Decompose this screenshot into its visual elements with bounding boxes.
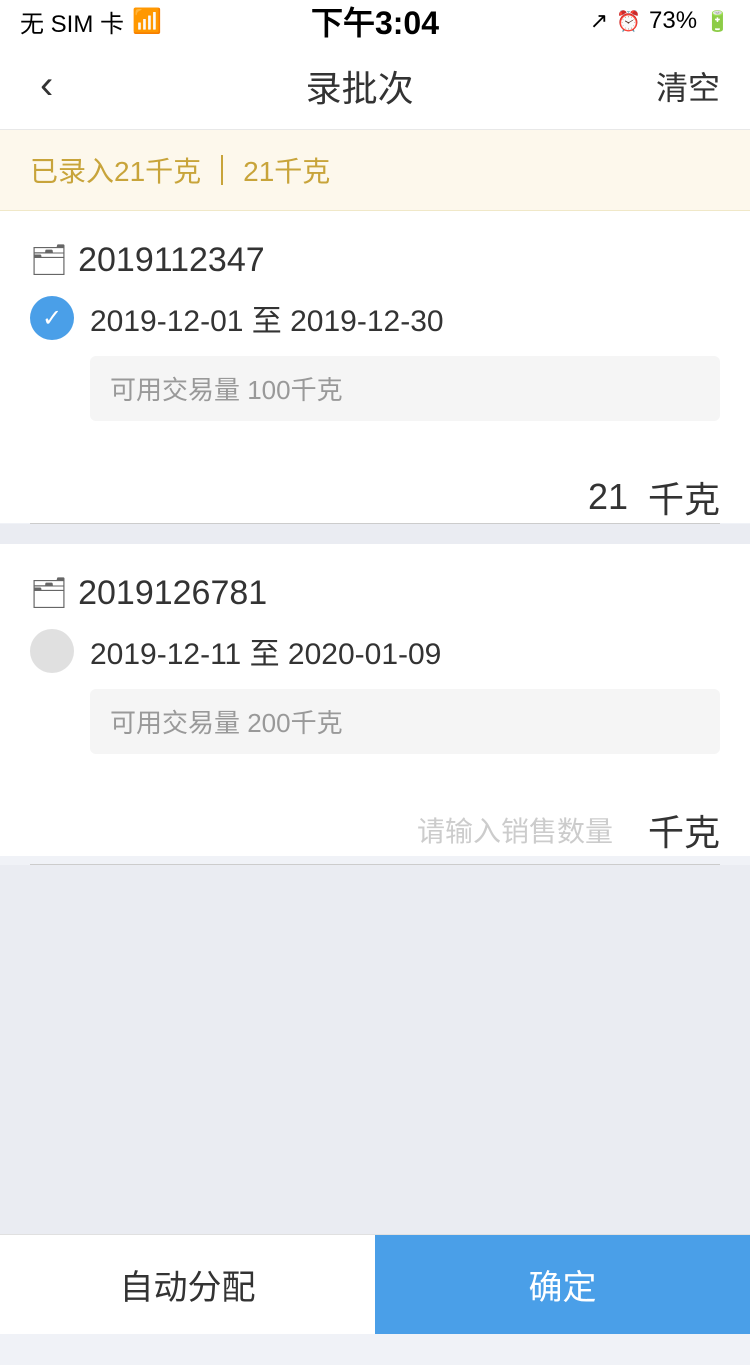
section-separator xyxy=(0,524,750,544)
batch-1-header: 🗂 2019112347 xyxy=(30,241,720,280)
batch-card-1: 🗂 2019112347 ✓ 2019-12-01 至 2019-12-30 可… xyxy=(0,211,750,451)
batch-1-icon: 🗂 xyxy=(30,243,68,278)
batch-1-quantity-unit: 千克 xyxy=(648,471,720,523)
batch-2-input-unit: 千克 xyxy=(648,804,720,856)
nav-bar: ‹ 录批次 清空 xyxy=(0,42,750,130)
batch-1-checkbox[interactable]: ✓ xyxy=(30,296,74,340)
recorded-label: 已录入21千克 xyxy=(30,150,201,190)
batch-1-availability-text: 可用交易量 100千克 xyxy=(110,375,343,405)
check-icon: ✓ xyxy=(42,304,62,333)
batch-1-date-row: ✓ 2019-12-01 至 2019-12-30 xyxy=(30,296,720,340)
info-divider xyxy=(221,155,223,185)
carrier-text: 无 SIM 卡 xyxy=(20,4,124,39)
batch-2-quantity-input[interactable] xyxy=(30,812,628,849)
confirm-label: 确定 xyxy=(529,1260,597,1309)
batch-1-availability: 可用交易量 100千克 xyxy=(90,356,720,421)
batch-1-date: 2019-12-01 至 2019-12-30 xyxy=(90,296,444,340)
batch-2-date-row: 2019-12-11 至 2020-01-09 xyxy=(30,629,720,673)
confirm-button[interactable]: 确定 xyxy=(375,1235,750,1334)
batch-2-checkbox[interactable] xyxy=(30,629,74,673)
status-time: 下午3:04 xyxy=(311,0,439,44)
batch-2-input-row: 千克 xyxy=(0,784,750,856)
empty-area xyxy=(0,865,750,1265)
page-title: 录批次 xyxy=(306,60,414,112)
batch-2-availability-text: 可用交易量 200千克 xyxy=(110,708,343,738)
battery-icon: 🔋 xyxy=(705,9,730,34)
wifi-icon: 📶 xyxy=(132,7,162,36)
info-banner: 已录入21千克 21千克 xyxy=(0,130,750,211)
batch-1-quantity-row: 21 千克 xyxy=(0,451,750,523)
status-left: 无 SIM 卡 📶 xyxy=(20,4,162,39)
clear-button[interactable]: 清空 xyxy=(656,63,720,109)
batch-1-quantity-value: 21 xyxy=(588,476,628,518)
auto-distribute-button[interactable]: 自动分配 xyxy=(0,1235,375,1334)
bottom-bar: 自动分配 确定 xyxy=(0,1234,750,1334)
batch-1-id: 2019112347 xyxy=(78,241,265,280)
batch-card-2: 🗂 2019126781 2019-12-11 至 2020-01-09 可用交… xyxy=(0,544,750,784)
batch-2-availability: 可用交易量 200千克 xyxy=(90,689,720,754)
batch-2-id: 2019126781 xyxy=(78,574,267,613)
auto-distribute-label: 自动分配 xyxy=(120,1260,256,1309)
info-amount: 21千克 xyxy=(243,150,330,190)
location-icon: ↗ xyxy=(590,8,608,34)
batch-2-header: 🗂 2019126781 xyxy=(30,574,720,613)
back-button[interactable]: ‹ xyxy=(30,53,63,118)
status-right: ↗ ⏰ 73% 🔋 xyxy=(590,7,730,35)
battery-text: 73% xyxy=(649,7,697,35)
status-bar: 无 SIM 卡 📶 下午3:04 ↗ ⏰ 73% 🔋 xyxy=(0,0,750,42)
alarm-icon: ⏰ xyxy=(616,9,641,34)
batch-2-icon: 🗂 xyxy=(30,576,68,611)
batch-2-date: 2019-12-11 至 2020-01-09 xyxy=(90,629,441,673)
